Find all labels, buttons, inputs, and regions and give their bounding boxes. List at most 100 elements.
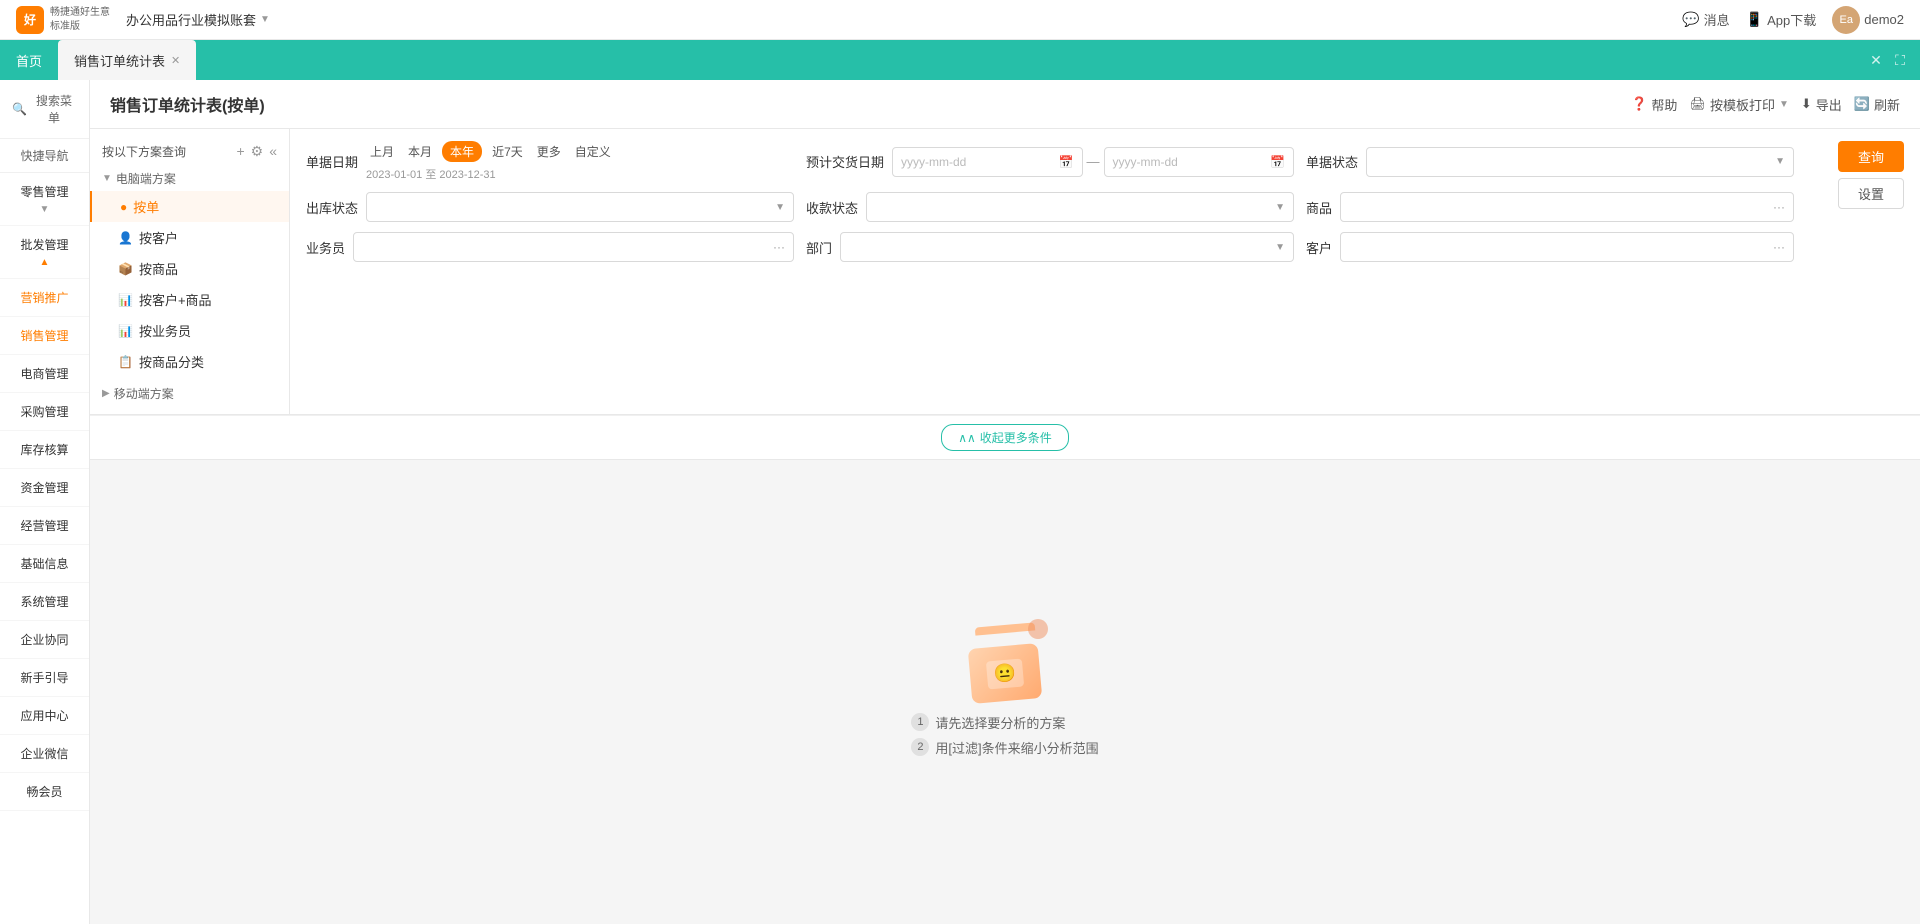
sidebar-item-retail[interactable]: 零售管理 ▼ — [0, 173, 89, 226]
filter-group-out-status: 出库状态 ▼ — [306, 192, 794, 222]
sidebar-item-vip[interactable]: 畅会员 — [0, 773, 89, 811]
scheme-settings-icon[interactable]: ⚙ — [251, 143, 264, 160]
app-download-btn[interactable]: 📱 App下载 — [1746, 10, 1817, 29]
tab-sales-order[interactable]: 销售订单统计表 ✕ — [58, 40, 196, 80]
scheme-item-by-customer[interactable]: 👤 按客户 — [90, 222, 289, 253]
salesperson-more-icon[interactable]: ··· — [773, 240, 785, 254]
window-expand-btn[interactable]: ⛶ — [1892, 52, 1908, 68]
sidebar-expand-wholesale-icon: ▲ — [40, 257, 50, 268]
window-close-btn[interactable]: ✕ — [1868, 52, 1884, 68]
filter-group-department: 部门 ▼ — [806, 232, 1294, 262]
export-label: 导出 — [1816, 95, 1842, 114]
hint-num-1: 1 — [911, 713, 929, 731]
scheme-collapse-icon[interactable]: « — [269, 143, 277, 160]
app-selector[interactable]: 办公用品行业模拟账套 ▼ — [118, 10, 278, 29]
scheme-item-by-product-icon: 📦 — [118, 262, 133, 276]
user-area[interactable]: Ea demo2 — [1832, 6, 1904, 34]
scheme-item-by-order[interactable]: ● 按单 — [90, 191, 289, 222]
filter-group-date: 单据日期 上月 本月 本年 近7天 更多 自定义 20 — [306, 141, 794, 182]
scheme-category-mobile[interactable]: ▶ 移动端方案 — [90, 381, 289, 406]
empty-state: 😐 1 请先选择要分析的方案 2 用[过滤]条件 — [911, 621, 1098, 763]
export-btn[interactable]: ⬇ 导出 — [1801, 95, 1842, 114]
salesperson-input[interactable]: ··· — [353, 232, 794, 262]
sidebar-item-sales-label: 销售管理 — [20, 327, 68, 344]
hint-item-2: 2 用[过滤]条件来缩小分析范围 — [911, 738, 1098, 757]
quick-nav-label: 快捷导航 — [20, 149, 68, 163]
btn-this-year[interactable]: 本年 — [442, 141, 482, 162]
out-status-select[interactable]: ▼ — [366, 192, 794, 222]
btn-last-month[interactable]: 上月 — [366, 141, 398, 162]
expected-date-label: 预计交货日期 — [806, 152, 884, 171]
filter-group-product: 商品 ··· — [1306, 192, 1794, 222]
message-btn[interactable]: 💬 消息 — [1682, 10, 1729, 29]
query-actions: 查询 设置 — [1838, 141, 1904, 209]
receipt-status-select[interactable]: ▼ — [866, 192, 1294, 222]
status-label: 单据状态 — [1306, 152, 1358, 171]
sidebar-item-enterprise[interactable]: 企业协同 — [0, 621, 89, 659]
btn-this-month[interactable]: 本月 — [404, 141, 436, 162]
date-quick-btns: 上月 本月 本年 近7天 更多 自定义 — [366, 141, 794, 162]
search-menu-btn[interactable]: 🔍 搜索菜单 — [8, 88, 81, 130]
scheme-item-by-customer-product[interactable]: 📊 按客户+商品 — [90, 284, 289, 315]
expected-date-end-placeholder: yyyy-mm-dd — [1113, 155, 1178, 169]
sidebar-item-marketing-label: 营销推广 — [20, 289, 68, 306]
sidebar-item-enterprise-wechat[interactable]: 企业微信 — [0, 735, 89, 773]
expected-date-start-placeholder: yyyy-mm-dd — [901, 155, 966, 169]
sidebar-item-finance[interactable]: 资金管理 — [0, 469, 89, 507]
query-button[interactable]: 查询 — [1838, 141, 1904, 172]
tab-close-icon[interactable]: ✕ — [171, 54, 180, 67]
sidebar-item-purchase[interactable]: 采购管理 — [0, 393, 89, 431]
scheme-category-mobile-label: 移动端方案 — [114, 385, 174, 402]
refresh-btn[interactable]: 🔄 刷新 — [1854, 95, 1900, 114]
sidebar-item-newbie[interactable]: 新手引导 — [0, 659, 89, 697]
scheme-item-by-salesperson[interactable]: 📊 按业务员 — [90, 315, 289, 346]
sidebar-item-system[interactable]: 系统管理 — [0, 583, 89, 621]
product-label: 商品 — [1306, 198, 1332, 217]
customer-input[interactable]: ··· — [1340, 232, 1794, 262]
app-title-arrow: ▼ — [260, 14, 270, 25]
collapse-bar: ∧∧ 收起更多条件 — [90, 415, 1920, 460]
receipt-status-label: 收款状态 — [806, 198, 858, 217]
help-icon: ❓ — [1631, 96, 1647, 112]
sidebar-item-wholesale[interactable]: 批发管理 ▲ — [0, 226, 89, 279]
collapse-button[interactable]: ∧∧ 收起更多条件 — [941, 424, 1069, 451]
hint-text-2: 用[过滤]条件来缩小分析范围 — [935, 738, 1098, 757]
sidebar-item-operations[interactable]: 经营管理 — [0, 507, 89, 545]
filter-scheme-area: 按以下方案查询 + ⚙ « ▼ 电脑端方案 ● 按单 👤 — [90, 129, 1920, 415]
template-print-icon: 🖨 — [1689, 96, 1706, 112]
sidebar-item-app-center-label: 应用中心 — [20, 707, 68, 724]
status-select[interactable]: ▼ — [1366, 147, 1794, 177]
expected-date-end-input[interactable]: yyyy-mm-dd 📅 — [1104, 147, 1295, 177]
product-input[interactable]: ··· — [1340, 192, 1794, 222]
sidebar-item-marketing[interactable]: 营销推广 — [0, 279, 89, 317]
sidebar-item-sales[interactable]: 销售管理 — [0, 317, 89, 355]
logo-area: 好 畅捷通好生意 标准版 — [16, 6, 110, 34]
department-select[interactable]: ▼ — [840, 232, 1294, 262]
sidebar-item-basic[interactable]: 基础信息 — [0, 545, 89, 583]
product-more-icon[interactable]: ··· — [1773, 200, 1785, 214]
scheme-panel: 按以下方案查询 + ⚙ « ▼ 电脑端方案 ● 按单 👤 — [90, 129, 290, 414]
tab-home[interactable]: 首页 — [0, 40, 58, 80]
quick-nav-btn[interactable]: 快捷导航 — [0, 139, 89, 173]
scheme-add-icon[interactable]: + — [236, 143, 244, 160]
help-btn[interactable]: ❓ 帮助 — [1631, 95, 1677, 114]
scheme-item-by-product-category[interactable]: 📋 按商品分类 — [90, 346, 289, 377]
btn-more[interactable]: 更多 — [533, 141, 565, 162]
template-print-btn[interactable]: 🖨 按模板打印 ▼ — [1689, 95, 1788, 114]
date-label: 单据日期 — [306, 152, 358, 171]
collapse-up-icon: ∧∧ — [958, 431, 976, 445]
scheme-item-by-product[interactable]: 📦 按商品 — [90, 253, 289, 284]
btn-last7[interactable]: 近7天 — [488, 141, 527, 162]
settings-button[interactable]: 设置 — [1838, 178, 1904, 209]
customer-more-icon[interactable]: ··· — [1773, 240, 1785, 254]
page-header: 销售订单统计表(按单) ❓ 帮助 🖨 按模板打印 ▼ ⬇ 导出 🔄 刷新 — [90, 80, 1920, 129]
sidebar-item-ecommerce[interactable]: 电商管理 — [0, 355, 89, 393]
scheme-category-pc[interactable]: ▼ 电脑端方案 — [90, 166, 289, 191]
filter-group-expected-date: 预计交货日期 yyyy-mm-dd 📅 — yyyy-mm-dd 📅 — [806, 147, 1294, 177]
sidebar-item-enterprise-wechat-label: 企业微信 — [20, 745, 68, 762]
message-label: 消息 — [1704, 10, 1730, 29]
btn-custom[interactable]: 自定义 — [571, 141, 615, 162]
sidebar-item-inventory[interactable]: 库存核算 — [0, 431, 89, 469]
sidebar-item-app-center[interactable]: 应用中心 — [0, 697, 89, 735]
expected-date-start-input[interactable]: yyyy-mm-dd 📅 — [892, 147, 1083, 177]
